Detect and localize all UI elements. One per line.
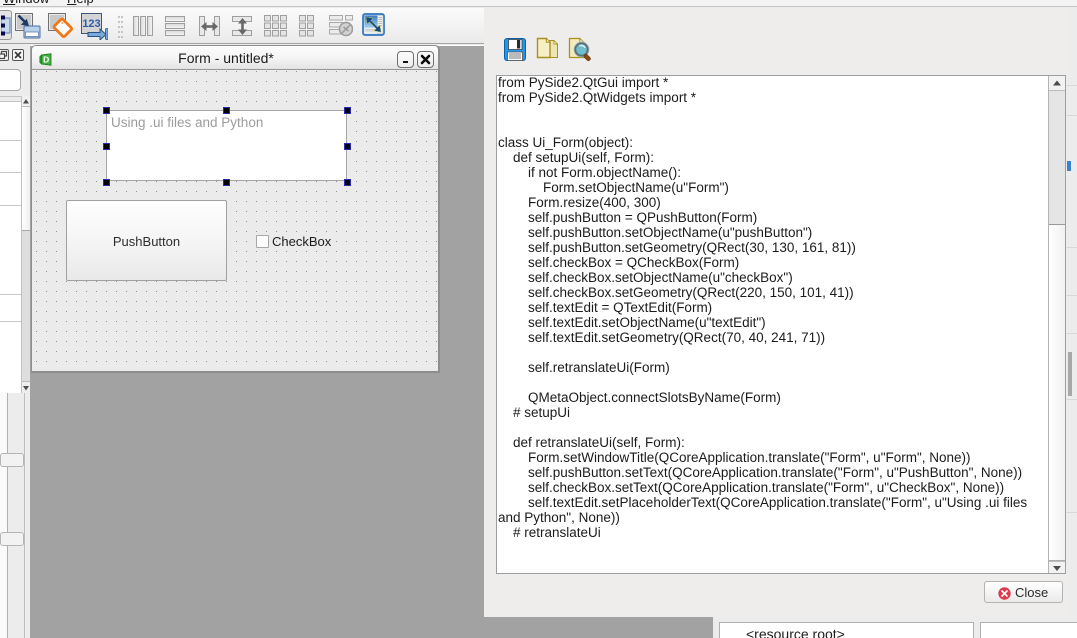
svg-text:123: 123 [82, 18, 100, 30]
